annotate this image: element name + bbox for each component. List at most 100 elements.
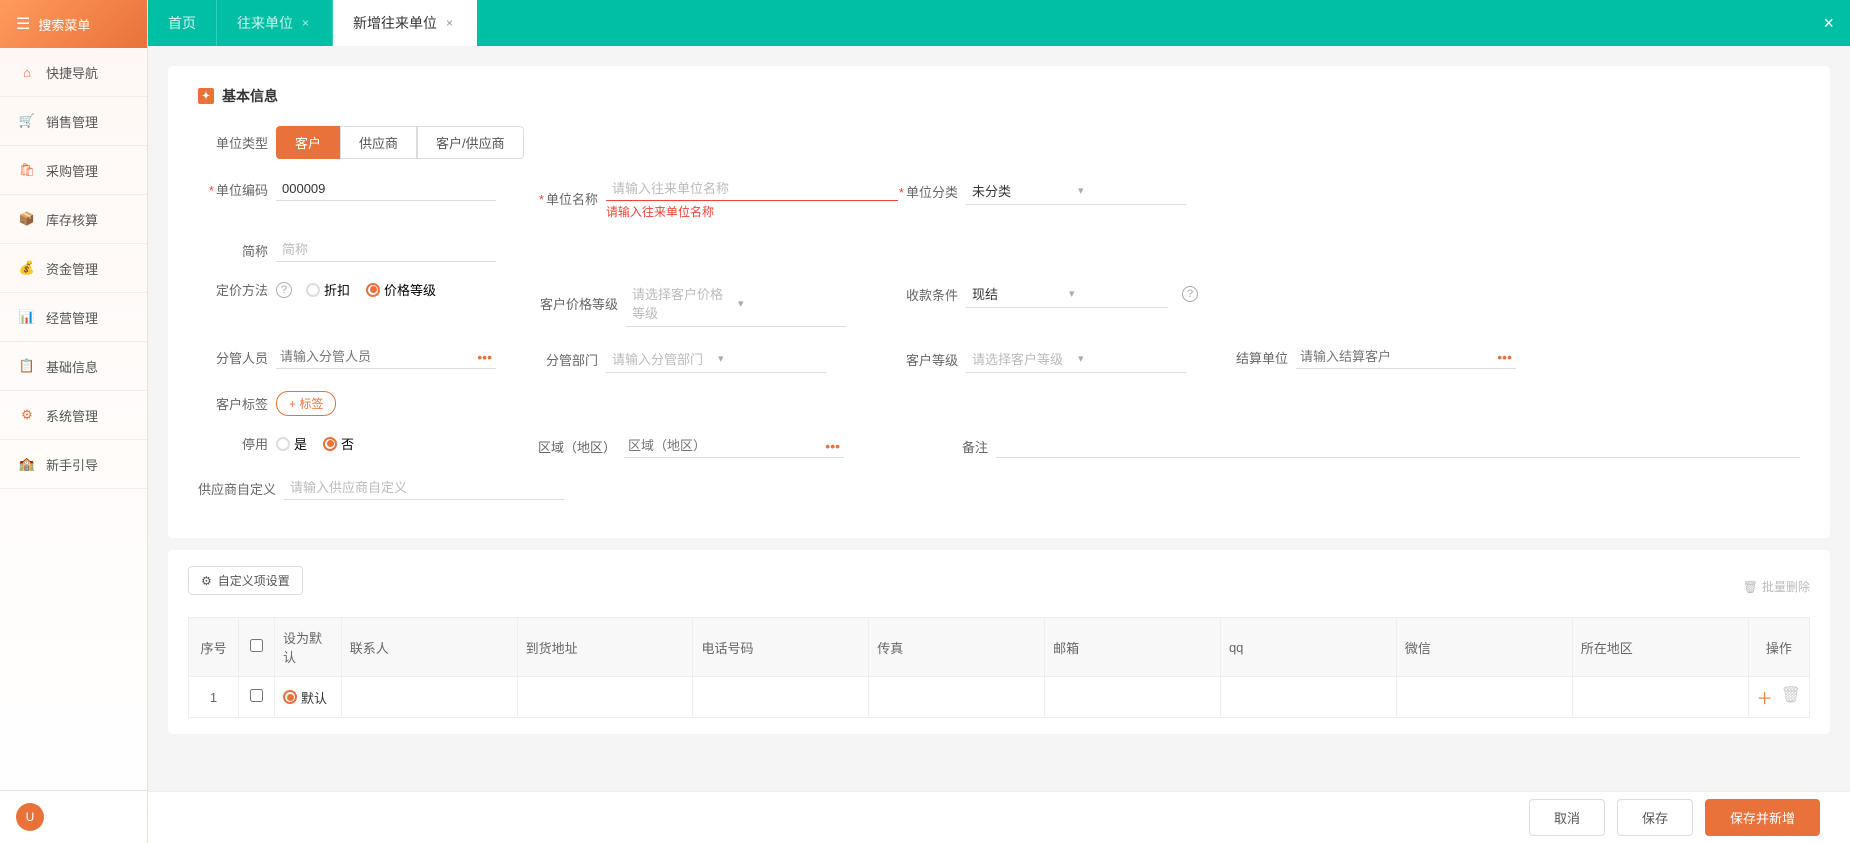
unit-name-input[interactable] xyxy=(606,177,898,201)
delete-row-button[interactable]: 🗑 xyxy=(1781,685,1801,709)
tag-row: 客户标签 + 标签 xyxy=(198,391,1800,416)
radio-disabled-yes[interactable]: 是 xyxy=(276,434,307,453)
bottom-bar: 取消 保存 保存并新增 xyxy=(148,791,1850,843)
manager-input[interactable] xyxy=(276,345,473,368)
dept-select[interactable]: 请输入分管部门 ▾ xyxy=(606,345,826,373)
sidebar-label-operations: 经营管理 xyxy=(46,308,98,327)
fax-input[interactable] xyxy=(877,690,1036,705)
cell-fax xyxy=(869,677,1045,718)
phone-input[interactable] xyxy=(701,690,860,705)
cancel-button[interactable]: 取消 xyxy=(1529,799,1605,836)
sidebar-label-system: 系统管理 xyxy=(46,406,98,425)
pricing-help-icon[interactable]: ? xyxy=(276,282,292,298)
unit-name-label: *单位名称 xyxy=(538,189,598,208)
sidebar-label-basic: 基础信息 xyxy=(46,357,98,376)
sidebar-item-finance[interactable]: 💰 资金管理 xyxy=(0,244,147,293)
sidebar-item-guide[interactable]: 🏫 新手引导 xyxy=(0,440,147,489)
tab-new-partner-close[interactable]: × xyxy=(443,16,456,30)
settlement-more-icon[interactable]: ••• xyxy=(1493,349,1516,365)
radio-circle-no xyxy=(323,437,337,451)
supplier-custom-input[interactable] xyxy=(284,476,564,500)
supplier-custom-field: 供应商自定义 xyxy=(198,476,1800,500)
th-contact: 联系人 xyxy=(341,618,517,677)
abbr-input[interactable] xyxy=(276,238,496,262)
unit-btn-customer[interactable]: 客户 xyxy=(276,126,340,159)
default-radio[interactable]: 默认 xyxy=(283,688,333,707)
contacts-table: 序号 设为默认 联系人 到货地址 电话号码 传真 邮箱 qq 微信 所在地区 xyxy=(188,617,1810,718)
sidebar-item-purchase[interactable]: 🛍 采购管理 xyxy=(0,146,147,195)
sidebar-item-sales[interactable]: 🛒 销售管理 xyxy=(0,97,147,146)
select-all-checkbox[interactable] xyxy=(250,639,263,652)
tab-home-label: 首页 xyxy=(168,13,196,33)
settlement-field: 结算单位 ••• xyxy=(1198,345,1800,369)
qq-input[interactable] xyxy=(1229,690,1388,705)
add-row-button[interactable]: ＋ xyxy=(1757,685,1773,709)
email-input[interactable] xyxy=(1053,690,1212,705)
gear-icon: ⚙ xyxy=(16,404,38,426)
batch-delete-button[interactable]: 🗑 批量删除 xyxy=(1743,578,1810,595)
disabled-field: 停用 是 否 xyxy=(198,434,538,453)
th-seq: 序号 xyxy=(189,618,239,677)
row-checkbox[interactable] xyxy=(250,689,263,702)
radio-discount[interactable]: 折扣 xyxy=(306,280,350,299)
manager-more-icon[interactable]: ••• xyxy=(473,349,496,365)
payment-condition-select[interactable]: 现结 ▾ xyxy=(966,280,1168,308)
main-area: 首页 往来单位 × 新增往来单位 × × ✦ 基本信息 单位类型 客户 xyxy=(148,0,1850,843)
sidebar-label-quick-nav: 快捷导航 xyxy=(46,63,98,82)
abbr-field: 简称 xyxy=(198,238,538,262)
default-radio-circle xyxy=(283,690,297,704)
radio-price-level[interactable]: 价格等级 xyxy=(366,280,436,299)
customer-price-level-select[interactable]: 请选择客户价格等级 ▾ xyxy=(626,280,846,327)
save-new-button[interactable]: 保存并新增 xyxy=(1705,799,1820,836)
note-input[interactable] xyxy=(996,434,1800,458)
unit-type-label: 单位类型 xyxy=(198,133,268,152)
radio-disabled-no[interactable]: 否 xyxy=(323,434,354,453)
th-region: 所在地区 xyxy=(1572,618,1748,677)
region-input[interactable] xyxy=(624,434,821,457)
unit-category-label: *单位分类 xyxy=(898,182,958,201)
contact-input[interactable] xyxy=(350,690,509,705)
window-close-button[interactable]: × xyxy=(1807,13,1850,34)
radio-no-label: 否 xyxy=(341,434,354,453)
chevron-price-level-icon: ▾ xyxy=(738,297,840,310)
delete-icon: 🗑 xyxy=(1743,580,1758,594)
pricing-radio-group: 折扣 价格等级 xyxy=(306,280,436,299)
tab-home[interactable]: 首页 xyxy=(148,0,217,46)
sidebar-item-basic[interactable]: 📋 基础信息 xyxy=(0,342,147,391)
sidebar-label-finance: 资金管理 xyxy=(46,259,98,278)
region-field: 区域（地区） ••• xyxy=(538,434,898,458)
cell-email xyxy=(1045,677,1221,718)
address-input[interactable] xyxy=(526,690,685,705)
sidebar-item-quick-nav[interactable]: ⌂ 快捷导航 xyxy=(0,48,147,97)
customer-level-placeholder: 请选择客户等级 xyxy=(972,349,1074,368)
th-action: 操作 xyxy=(1748,618,1809,677)
customer-price-level-label: 客户价格等级 xyxy=(538,294,618,313)
radio-discount-label: 折扣 xyxy=(324,280,350,299)
customer-price-level-placeholder: 请选择客户价格等级 xyxy=(632,284,734,322)
custom-settings-button[interactable]: ⚙ 自定义项设置 xyxy=(188,566,303,595)
tab-partners[interactable]: 往来单位 × xyxy=(217,0,333,46)
table-row: 1 默认 xyxy=(189,677,1810,718)
add-tag-button[interactable]: + 标签 xyxy=(276,391,336,416)
sidebar-item-inventory[interactable]: 📦 库存核算 xyxy=(0,195,147,244)
sidebar-item-operations[interactable]: 📊 经营管理 xyxy=(0,293,147,342)
tab-partners-close[interactable]: × xyxy=(299,16,312,30)
unit-type-buttons: 客户 供应商 客户/供应商 xyxy=(276,126,524,159)
sidebar-search[interactable]: ☰ 搜索菜单 xyxy=(0,0,147,48)
unit-category-select[interactable]: 未分类 ▾ xyxy=(966,177,1186,205)
section-title-text: 基本信息 xyxy=(222,86,278,106)
unit-btn-both[interactable]: 客户/供应商 xyxy=(417,126,524,159)
row-region-input[interactable] xyxy=(1581,690,1740,705)
note-field: 备注 xyxy=(898,434,1800,458)
settlement-input[interactable] xyxy=(1296,345,1493,368)
unit-code-input[interactable] xyxy=(276,177,496,201)
tab-new-partner[interactable]: 新增往来单位 × xyxy=(333,0,477,46)
payment-help-icon[interactable]: ? xyxy=(1182,286,1198,302)
unit-btn-supplier[interactable]: 供应商 xyxy=(340,126,417,159)
customer-level-select[interactable]: 请选择客户等级 ▾ xyxy=(966,345,1186,373)
save-button[interactable]: 保存 xyxy=(1617,799,1693,836)
region-more-icon[interactable]: ••• xyxy=(821,438,844,454)
wechat-input[interactable] xyxy=(1405,690,1564,705)
sidebar-item-system[interactable]: ⚙ 系统管理 xyxy=(0,391,147,440)
cell-qq xyxy=(1220,677,1396,718)
